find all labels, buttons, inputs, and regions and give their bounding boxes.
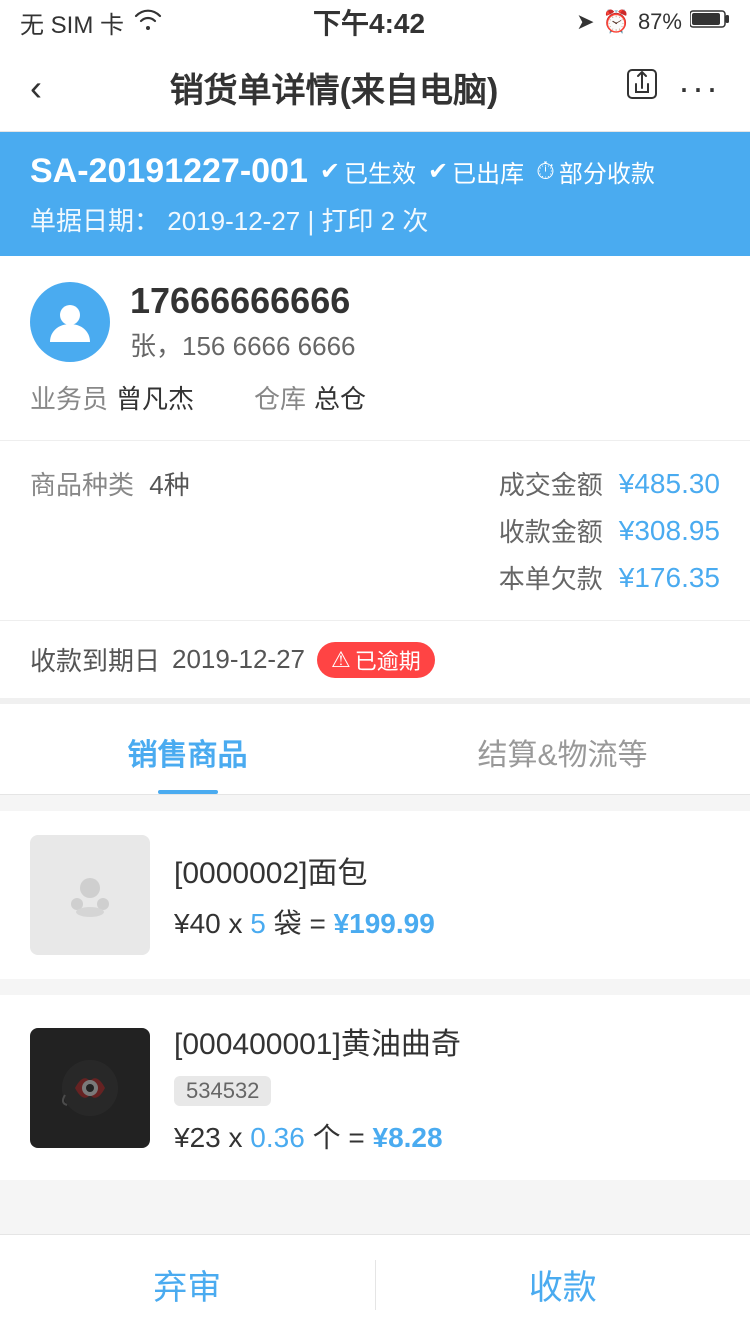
- sales-label: 业务员: [30, 379, 108, 416]
- customer-name: 张，156 6666 6666: [130, 326, 356, 363]
- product-info-2: [000400001]黄油曲奇 534532 ¥23 x 0.36 个 = ¥8…: [174, 1019, 720, 1156]
- status-time: 下午4:42: [313, 2, 425, 42]
- summary-section: 商品种类 4种 成交金额 ¥485.30 收款金额 ¥308.95 本单欠款 ¥…: [0, 441, 750, 621]
- tab-sales-products[interactable]: 销售商品: [0, 704, 375, 794]
- customer-id: 17666666666: [130, 280, 356, 322]
- product-image-1: [30, 835, 150, 955]
- product-info-1: [0000002]面包 ¥40 x 5 袋 = ¥199.99: [174, 848, 720, 942]
- product-price-2: ¥23 x 0.36 个 = ¥8.28: [174, 1116, 720, 1156]
- summary-right: 成交金额 ¥485.30 收款金额 ¥308.95 本单欠款 ¥176.35: [499, 465, 720, 596]
- product-item: [0000002]面包 ¥40 x 5 袋 = ¥199.99: [0, 811, 750, 979]
- summary-left: 商品种类 4种: [30, 465, 190, 502]
- status-left: 无 SIM 卡: [20, 5, 162, 40]
- unit-text-2: 个: [313, 1122, 341, 1153]
- clock-icon: ⏱: [536, 158, 555, 186]
- overdue-text: 已逾期: [355, 644, 421, 676]
- order-id-text: SA-20191227-001: [30, 152, 308, 191]
- due-label: 收款到期日: [30, 641, 160, 678]
- product-sku-2: 534532: [174, 1076, 271, 1106]
- battery-text: 87%: [638, 9, 682, 35]
- warehouse-label: 仓库: [254, 379, 306, 416]
- wifi-icon: [134, 8, 162, 37]
- customer-top: 17666666666 张，156 6666 6666: [30, 280, 720, 363]
- customer-info: 17666666666 张，156 6666 6666: [130, 280, 356, 363]
- location-icon: ➤: [576, 9, 594, 35]
- status-shipped: ✔ 已出库: [428, 154, 524, 189]
- product-item-2: [000400001]黄油曲奇 534532 ¥23 x 0.36 个 = ¥8…: [0, 995, 750, 1180]
- carrier-text: 无 SIM 卡: [20, 5, 124, 40]
- deal-amount-row: 成交金额 ¥485.30: [499, 465, 720, 502]
- qty-text-1: 5: [250, 908, 266, 939]
- customer-section: 17666666666 张，156 6666 6666 业务员 曾凡杰 仓库 总…: [0, 256, 750, 441]
- due-section: 收款到期日 2019-12-27 ⚠ 已逾期: [0, 621, 750, 704]
- confirm-button[interactable]: 收款: [376, 1240, 750, 1329]
- cancel-button[interactable]: 弃审: [0, 1240, 375, 1329]
- unit-text-1: 袋: [274, 908, 302, 939]
- check-icon-2: ✔: [428, 157, 448, 186]
- nav-left: ‹: [30, 67, 42, 109]
- nav-right: ···: [626, 67, 720, 109]
- page-title: 销货单详情(来自电脑): [170, 63, 499, 112]
- customer-meta: 业务员 曾凡杰 仓库 总仓: [30, 379, 720, 416]
- warehouse-meta: 仓库 总仓: [254, 379, 366, 416]
- owed-label: 本单欠款: [499, 559, 603, 596]
- total-text-2: ¥8.28: [373, 1122, 443, 1153]
- owed-value: ¥176.35: [619, 562, 720, 594]
- warning-icon: ⚠: [331, 647, 351, 673]
- received-value: ¥308.95: [619, 515, 720, 547]
- check-icon-1: ✔: [320, 157, 340, 186]
- deal-label: 成交金额: [499, 465, 603, 502]
- type-label: 商品种类: [30, 470, 134, 500]
- price-text-2: ¥23: [174, 1122, 221, 1153]
- alarm-icon: ⏰: [603, 9, 630, 35]
- tab-settlement[interactable]: 结算&物流等: [375, 704, 750, 794]
- tabs: 销售商品 结算&物流等: [0, 704, 750, 795]
- order-header: SA-20191227-001 ✔ 已生效 ✔ 已出库 ⏱ 部分收款 单据日期：…: [0, 132, 750, 256]
- product-image-2: [30, 1028, 150, 1148]
- order-id-row: SA-20191227-001 ✔ 已生效 ✔ 已出库 ⏱ 部分收款: [30, 152, 720, 191]
- price-text-1: ¥40: [174, 908, 221, 939]
- warehouse-value: 总仓: [314, 379, 366, 416]
- status-right: ➤ ⏰ 87%: [576, 9, 730, 35]
- owed-row: 本单欠款 ¥176.35: [499, 559, 720, 596]
- bottom-bar: 弃审 收款: [0, 1234, 750, 1334]
- total-text-1: ¥199.99: [334, 908, 435, 939]
- qty-text-2: 0.36: [250, 1122, 305, 1153]
- status-partial: ⏱ 部分收款: [536, 154, 655, 189]
- nav-bar: ‹ 销货单详情(来自电脑) ···: [0, 44, 750, 132]
- status-effective: ✔ 已生效: [320, 154, 416, 189]
- product-price-1: ¥40 x 5 袋 = ¥199.99: [174, 902, 720, 942]
- product-name-2: [000400001]黄油曲奇: [174, 1019, 720, 1063]
- deal-value: ¥485.30: [619, 468, 720, 500]
- received-label: 收款金额: [499, 512, 603, 549]
- status-bar: 无 SIM 卡 下午4:42 ➤ ⏰ 87%: [0, 0, 750, 44]
- overdue-badge: ⚠ 已逾期: [317, 642, 435, 678]
- sales-meta: 业务员 曾凡杰: [30, 379, 194, 416]
- avatar: [30, 282, 110, 362]
- battery-icon: [690, 9, 730, 35]
- back-button[interactable]: ‹: [30, 67, 42, 109]
- type-count: 4种: [149, 470, 189, 500]
- due-date: 2019-12-27: [172, 644, 305, 675]
- received-row: 收款金额 ¥308.95: [499, 512, 720, 549]
- more-button[interactable]: ···: [678, 67, 720, 109]
- product-name-1: [0000002]面包: [174, 848, 720, 892]
- share-button[interactable]: [626, 68, 658, 108]
- sales-value: 曾凡杰: [116, 379, 194, 416]
- header-date-row: 单据日期： 2019-12-27 | 打印 2 次: [30, 201, 720, 238]
